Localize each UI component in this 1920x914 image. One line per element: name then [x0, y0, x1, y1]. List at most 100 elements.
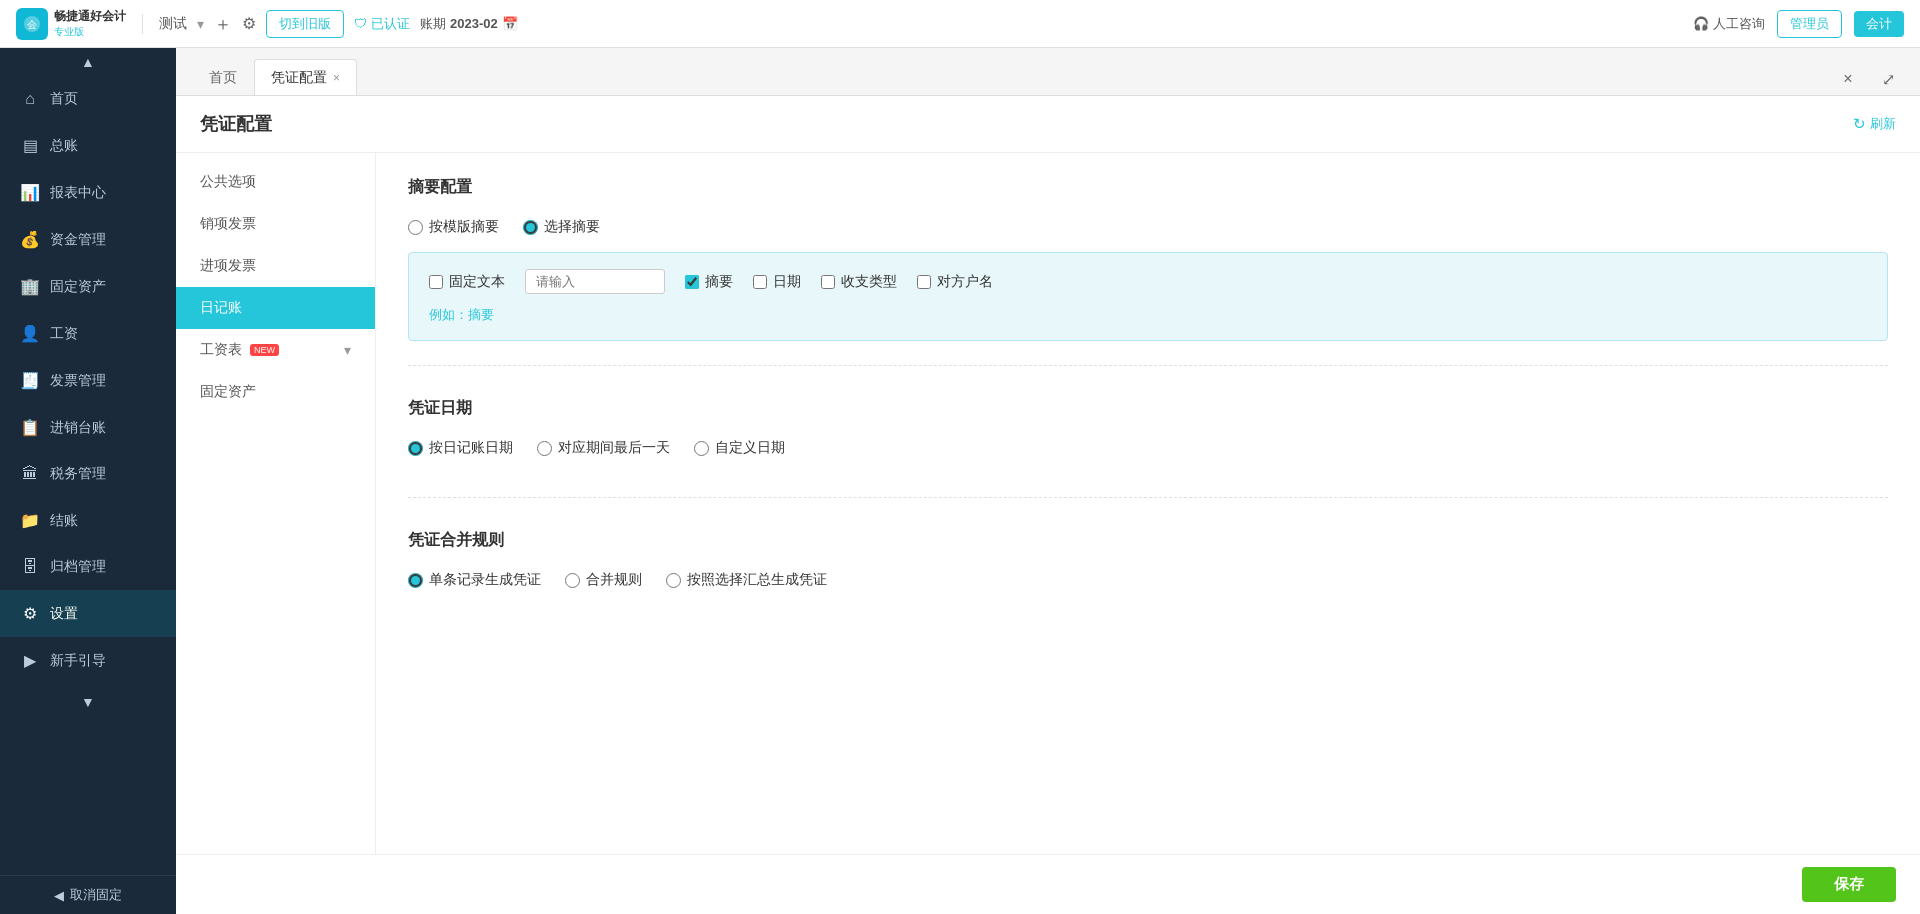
sidebar-item-sales[interactable]: 📋 进销台账 [0, 404, 176, 451]
radio-select-merge[interactable]: 按照选择汇总生成凭证 [666, 571, 827, 589]
sidebar-label-tax: 税务管理 [50, 465, 106, 483]
sidebar-item-assets[interactable]: 🏢 固定资产 [0, 263, 176, 310]
tab-voucher-config[interactable]: 凭证配置 × [254, 59, 357, 95]
fixed-text-input[interactable] [525, 269, 665, 294]
sidebar-item-payroll[interactable]: 👤 工资 [0, 310, 176, 357]
test-label: 测试 [159, 15, 187, 33]
company-logo: 会 畅捷通好会计 专业版 [16, 8, 126, 40]
sidebar-item-funds[interactable]: 💰 资金管理 [0, 216, 176, 263]
tab-home-label: 首页 [209, 69, 237, 87]
checkbox-date[interactable]: 日期 [753, 273, 801, 291]
sidebar-bottom: ◀ 取消固定 [0, 875, 176, 914]
tab-voucher-label: 凭证配置 [271, 69, 327, 87]
scroll-up-btn[interactable]: ▲ [0, 48, 176, 76]
radio-custom-date[interactable]: 自定义日期 [694, 439, 785, 457]
merge-title: 凭证合并规则 [408, 530, 1888, 551]
radio-single[interactable]: 单条记录生成凭证 [408, 571, 541, 589]
sidebar-item-settings[interactable]: ⚙ 设置 [0, 590, 176, 637]
archive-icon: 🗄 [20, 558, 40, 576]
dropdown-arrow[interactable]: ▾ [197, 16, 204, 32]
date-radio-group: 按日记账日期 对应期间最后一天 自定义日期 [408, 439, 1888, 457]
add-btn[interactable]: ＋ [214, 12, 232, 36]
expand-icon: ▾ [344, 342, 351, 358]
sidebar-label-sales: 进销台账 [50, 419, 106, 437]
calendar-icon[interactable]: 📅 [502, 16, 518, 31]
nav-item-journal[interactable]: 日记账 [176, 287, 375, 329]
radio-custom-date-input[interactable] [694, 441, 709, 456]
manager-btn[interactable]: 管理员 [1777, 10, 1842, 38]
radio-journal-date-input[interactable] [408, 441, 423, 456]
svg-text:会: 会 [27, 19, 37, 30]
refresh-icon: ↻ [1853, 115, 1866, 133]
page-header: 凭证配置 ↻ 刷新 [176, 96, 1920, 153]
summary-example: 例如：摘要 [429, 306, 1867, 324]
checkbox-date-input[interactable] [753, 275, 767, 289]
nav-item-public[interactable]: 公共选项 [176, 161, 375, 203]
top-bar: 会 畅捷通好会计 专业版 测试 ▾ ＋ ⚙ 切到旧版 🛡 已认证 账期 2023… [0, 0, 1920, 48]
radio-period-last[interactable]: 对应期间最后一天 [537, 439, 670, 457]
settings-icon[interactable]: ⚙ [242, 14, 256, 33]
sidebar-item-home[interactable]: ⌂ 首页 [0, 76, 176, 122]
sidebar-item-archive[interactable]: 🗄 归档管理 [0, 544, 176, 590]
reports-icon: 📊 [20, 183, 40, 202]
date-title: 凭证日期 [408, 398, 1888, 419]
sidebar-item-tax[interactable]: 🏛 税务管理 [0, 451, 176, 497]
summary-options-row: 固定文本 摘要 日期 [429, 269, 1867, 294]
config-layout: 公共选项 销项发票 进项发票 日记账 工资表 NEW [176, 153, 1920, 854]
funds-icon: 💰 [20, 230, 40, 249]
sidebar-item-guide[interactable]: ▶ 新手引导 [0, 637, 176, 684]
refresh-btn[interactable]: ↻ 刷新 [1853, 115, 1896, 133]
accountant-btn[interactable]: 会计 [1854, 11, 1904, 37]
summary-radio-group: 按模版摘要 选择摘要 [408, 218, 1888, 236]
ledger-icon: ▤ [20, 136, 40, 155]
checkbox-income-type[interactable]: 收支类型 [821, 273, 897, 291]
expand-btn[interactable]: ⤢ [1872, 63, 1904, 95]
sidebar-item-close[interactable]: 📁 结账 [0, 497, 176, 544]
assets-icon: 🏢 [20, 277, 40, 296]
radio-merge-rule[interactable]: 合并规则 [565, 571, 642, 589]
radio-template[interactable]: 按模版摘要 [408, 218, 499, 236]
sidebar-label-archive: 归档管理 [50, 558, 106, 576]
nav-item-purchase-invoice[interactable]: 进项发票 [176, 245, 375, 287]
checkbox-income-type-input[interactable] [821, 275, 835, 289]
radio-template-input[interactable] [408, 220, 423, 235]
sidebar-item-reports[interactable]: 📊 报表中心 [0, 169, 176, 216]
home-icon: ⌂ [20, 90, 40, 108]
service-btn[interactable]: 🎧 人工咨询 [1693, 15, 1765, 33]
radio-single-input[interactable] [408, 573, 423, 588]
checkbox-fixed-text[interactable]: 固定文本 [429, 273, 505, 291]
checkbox-summary-input[interactable] [685, 275, 699, 289]
save-bar: 保存 [176, 854, 1920, 914]
tab-close-icon[interactable]: × [333, 71, 340, 85]
radio-journal-date[interactable]: 按日记账日期 [408, 439, 513, 457]
sidebar-label-ledger: 总账 [50, 137, 78, 155]
checkbox-summary[interactable]: 摘要 [685, 273, 733, 291]
scroll-down-btn[interactable]: ▼ [0, 688, 176, 716]
tab-home[interactable]: 首页 [192, 59, 254, 95]
checkbox-counterpart-input[interactable] [917, 275, 931, 289]
checkbox-fixed-text-input[interactable] [429, 275, 443, 289]
sidebar-label-payroll: 工资 [50, 325, 78, 343]
section-date: 凭证日期 按日记账日期 对应期间最后一天 [408, 398, 1888, 498]
close-window-btn[interactable]: × [1832, 63, 1864, 95]
cancel-fixed-btn[interactable]: ◀ 取消固定 [0, 876, 176, 914]
sidebar-item-ledger[interactable]: ▤ 总账 [0, 122, 176, 169]
nav-item-fixed-assets[interactable]: 固定资产 [176, 371, 375, 413]
sidebar-label-close: 结账 [50, 512, 78, 530]
radio-select[interactable]: 选择摘要 [523, 218, 600, 236]
radio-select-input[interactable] [523, 220, 538, 235]
checkbox-counterpart[interactable]: 对方户名 [917, 273, 993, 291]
nav-item-sales-invoice[interactable]: 销项发票 [176, 203, 375, 245]
top-bar-right: 🎧 人工咨询 管理员 会计 [1693, 10, 1904, 38]
radio-period-last-input[interactable] [537, 441, 552, 456]
radio-select-merge-input[interactable] [666, 573, 681, 588]
config-nav: 公共选项 销项发票 进项发票 日记账 工资表 NEW [176, 153, 376, 854]
sidebar-label-funds: 资金管理 [50, 231, 106, 249]
headset-icon: 🎧 [1693, 16, 1709, 31]
radio-merge-rule-input[interactable] [565, 573, 580, 588]
sidebar-item-invoice[interactable]: 🧾 发票管理 [0, 357, 176, 404]
switch-old-btn[interactable]: 切到旧版 [266, 10, 344, 38]
summary-options-box: 固定文本 摘要 日期 [408, 252, 1888, 341]
save-button[interactable]: 保存 [1802, 867, 1896, 902]
nav-item-payroll[interactable]: 工资表 NEW ▾ [176, 329, 375, 371]
